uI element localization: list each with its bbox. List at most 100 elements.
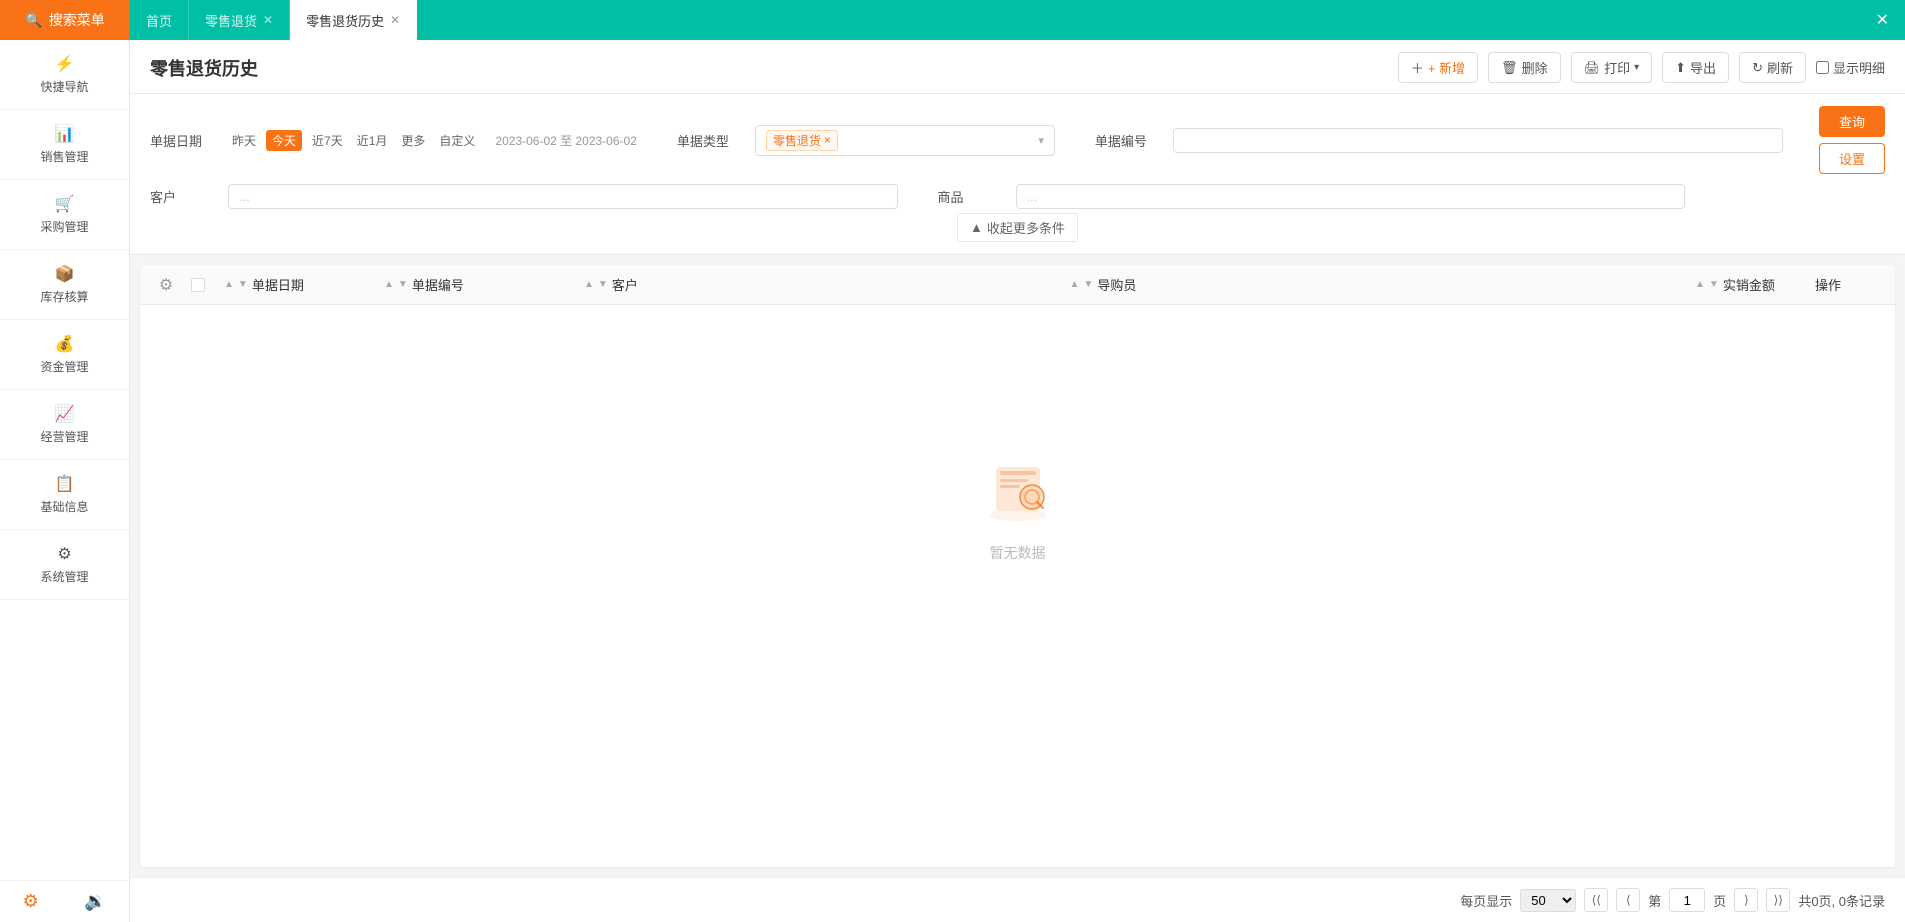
goods-label: 商品	[938, 187, 1008, 206]
goods-select[interactable]: ...	[1016, 184, 1686, 209]
collapse-row: ▲ 收起更多条件	[150, 213, 1885, 242]
sidebar-item-system[interactable]: ⚙ 系统管理	[0, 530, 129, 600]
bill-type-filter: 单据类型 零售退货 × ▾	[677, 125, 1055, 156]
basic-info-icon: 📋	[55, 474, 75, 494]
tab-home[interactable]: 首页	[130, 0, 189, 40]
tab-retail-return-close[interactable]: ✕	[263, 13, 273, 27]
sidebar-item-finance[interactable]: 💰 资金管理	[0, 320, 129, 390]
page-title: 零售退货历史	[150, 55, 258, 81]
bill-type-tag[interactable]: 零售退货 ×	[766, 130, 838, 151]
last-page-button[interactable]: ⟩⟩	[1766, 888, 1790, 912]
date-buttons: 昨天 今天 近7天 近1月 更多 自定义	[228, 130, 479, 151]
select-chevron-icon: ▾	[1038, 134, 1044, 147]
close-window-icon[interactable]: ✕	[1876, 10, 1889, 30]
export-icon: ⬆	[1675, 60, 1686, 76]
date-filter: 单据日期 昨天 今天 近7天 近1月 更多 自定义 2023-06-02 至 2…	[150, 130, 637, 151]
table-settings-icon[interactable]: ⚙	[150, 275, 182, 295]
date-more[interactable]: 更多	[397, 130, 429, 151]
page-size-select[interactable]: 50 100	[1520, 889, 1576, 912]
delete-button[interactable]: 🗑 删除	[1488, 52, 1561, 83]
search-menu-label: 搜索菜单	[49, 10, 105, 30]
tab-retail-return-history-label: 零售退货历史	[306, 11, 384, 30]
sort-down-icon5: ▼	[1709, 279, 1719, 290]
content-area: 零售退货历史 ＋ + 新增 🗑 删除 🖨 打印 ▾	[130, 40, 1905, 922]
tag-close-icon[interactable]: ×	[824, 133, 831, 147]
th-amount: ▲ ▼ 实销金额	[1685, 275, 1805, 294]
plus-icon: ＋	[1411, 58, 1424, 77]
sidebar-item-sales[interactable]: 📊 销售管理	[0, 110, 129, 180]
sort-down-icon: ▼	[238, 279, 248, 290]
page-input[interactable]	[1669, 888, 1705, 912]
sidebar-item-label: 销售管理	[40, 148, 88, 165]
purchase-icon: 🛒	[55, 194, 75, 214]
sort-down-icon3: ▼	[598, 279, 608, 290]
next-page-button[interactable]: ⟩	[1734, 888, 1758, 912]
export-button[interactable]: ⬆ 导出	[1662, 52, 1729, 83]
setting-button[interactable]: 设置	[1819, 143, 1885, 174]
sidebar-bottom: ⚙ 🔉	[0, 880, 129, 922]
sidebar-item-inventory[interactable]: 📦 库存核算	[0, 250, 129, 320]
pagination: 每页显示 50 100 ⟨⟨ ⟨ 第 页 ⟩ ⟩⟩ 共0页, 0条记录	[130, 877, 1905, 922]
delete-icon: 🗑	[1501, 60, 1518, 76]
sort-up-icon4: ▲	[1070, 279, 1080, 290]
page-label-post: 页	[1713, 891, 1726, 910]
search-menu-bar[interactable]: 🔍 搜索菜单	[0, 0, 130, 40]
sidebar-item-label: 经营管理	[40, 428, 88, 445]
page-size-label: 每页显示	[1460, 891, 1512, 910]
date-label: 单据日期	[150, 131, 220, 150]
sidebar-item-operations[interactable]: 📈 经营管理	[0, 390, 129, 460]
refresh-icon: ↻	[1752, 60, 1763, 76]
sales-icon: 📊	[55, 124, 75, 144]
display-detail-toggle[interactable]: 显示明细	[1816, 58, 1885, 77]
empty-state: 暂无数据	[140, 305, 1895, 705]
settings-icon[interactable]: ⚙	[23, 891, 39, 912]
sidebar-item-purchase[interactable]: 🛒 采购管理	[0, 180, 129, 250]
tab-retail-return-label: 零售退货	[205, 11, 257, 30]
date-7days[interactable]: 近7天	[308, 130, 347, 151]
bill-no-input[interactable]	[1173, 128, 1783, 153]
date-today[interactable]: 今天	[266, 130, 302, 151]
print-button[interactable]: 🖨 打印 ▾	[1571, 52, 1653, 83]
print-icon: 🖨	[1584, 60, 1601, 76]
tab-retail-return-history-close[interactable]: ✕	[390, 13, 400, 27]
inventory-icon: 📦	[55, 264, 75, 284]
sidebar: ⚡ 快捷导航 📊 销售管理 🛒 采购管理 📦 库存核算 💰 资金管理 📈 经营管…	[0, 40, 130, 922]
sidebar-item-quicknav[interactable]: ⚡ 快捷导航	[0, 40, 129, 110]
page-header: 零售退货历史 ＋ + 新增 🗑 删除 🖨 打印 ▾	[130, 40, 1905, 94]
sort-up-icon: ▲	[224, 279, 234, 290]
first-page-button[interactable]: ⟨⟨	[1584, 888, 1608, 912]
sort-down-icon2: ▼	[398, 279, 408, 290]
collapse-button[interactable]: ▲ 收起更多条件	[957, 213, 1078, 242]
goods-filter: 商品 ...	[938, 184, 1686, 209]
query-setting-buttons: 查询 设置	[1819, 106, 1885, 174]
sort-up-icon5: ▲	[1695, 279, 1705, 290]
tab-home-label: 首页	[146, 11, 172, 30]
display-detail-checkbox[interactable]	[1816, 61, 1829, 74]
date-1month[interactable]: 近1月	[353, 130, 392, 151]
tab-retail-return-history[interactable]: 零售退货历史 ✕	[290, 0, 417, 40]
bill-no-filter: 单据编号	[1095, 128, 1783, 153]
collapse-up-icon: ▲	[970, 220, 983, 235]
audio-icon[interactable]: 🔉	[84, 891, 106, 912]
new-button[interactable]: ＋ + 新增	[1398, 52, 1478, 83]
sidebar-item-basic-info[interactable]: 📋 基础信息	[0, 460, 129, 530]
customer-select[interactable]: ...	[228, 184, 898, 209]
table-select-all[interactable]	[182, 278, 214, 292]
system-icon: ⚙	[55, 544, 75, 564]
refresh-button[interactable]: ↻ 刷新	[1739, 52, 1806, 83]
quicknav-icon: ⚡	[55, 54, 75, 74]
bill-type-select[interactable]: 零售退货 × ▾	[755, 125, 1055, 156]
page-label-pre: 第	[1648, 891, 1661, 910]
tab-retail-return[interactable]: 零售退货 ✕	[189, 0, 290, 40]
select-all-checkbox[interactable]	[191, 278, 205, 292]
date-custom[interactable]: 自定义	[435, 130, 479, 151]
date-yesterday[interactable]: 昨天	[228, 130, 260, 151]
total-records: 共0页, 0条记录	[1798, 891, 1885, 910]
bill-no-label: 单据编号	[1095, 131, 1165, 150]
page-header-top: 零售退货历史 ＋ + 新增 🗑 删除 🖨 打印 ▾	[150, 52, 1885, 93]
query-button[interactable]: 查询	[1819, 106, 1885, 137]
empty-text: 暂无数据	[990, 543, 1046, 563]
goods-dots: ...	[1027, 189, 1038, 204]
prev-page-button[interactable]: ⟨	[1616, 888, 1640, 912]
finance-icon: 💰	[55, 334, 75, 354]
